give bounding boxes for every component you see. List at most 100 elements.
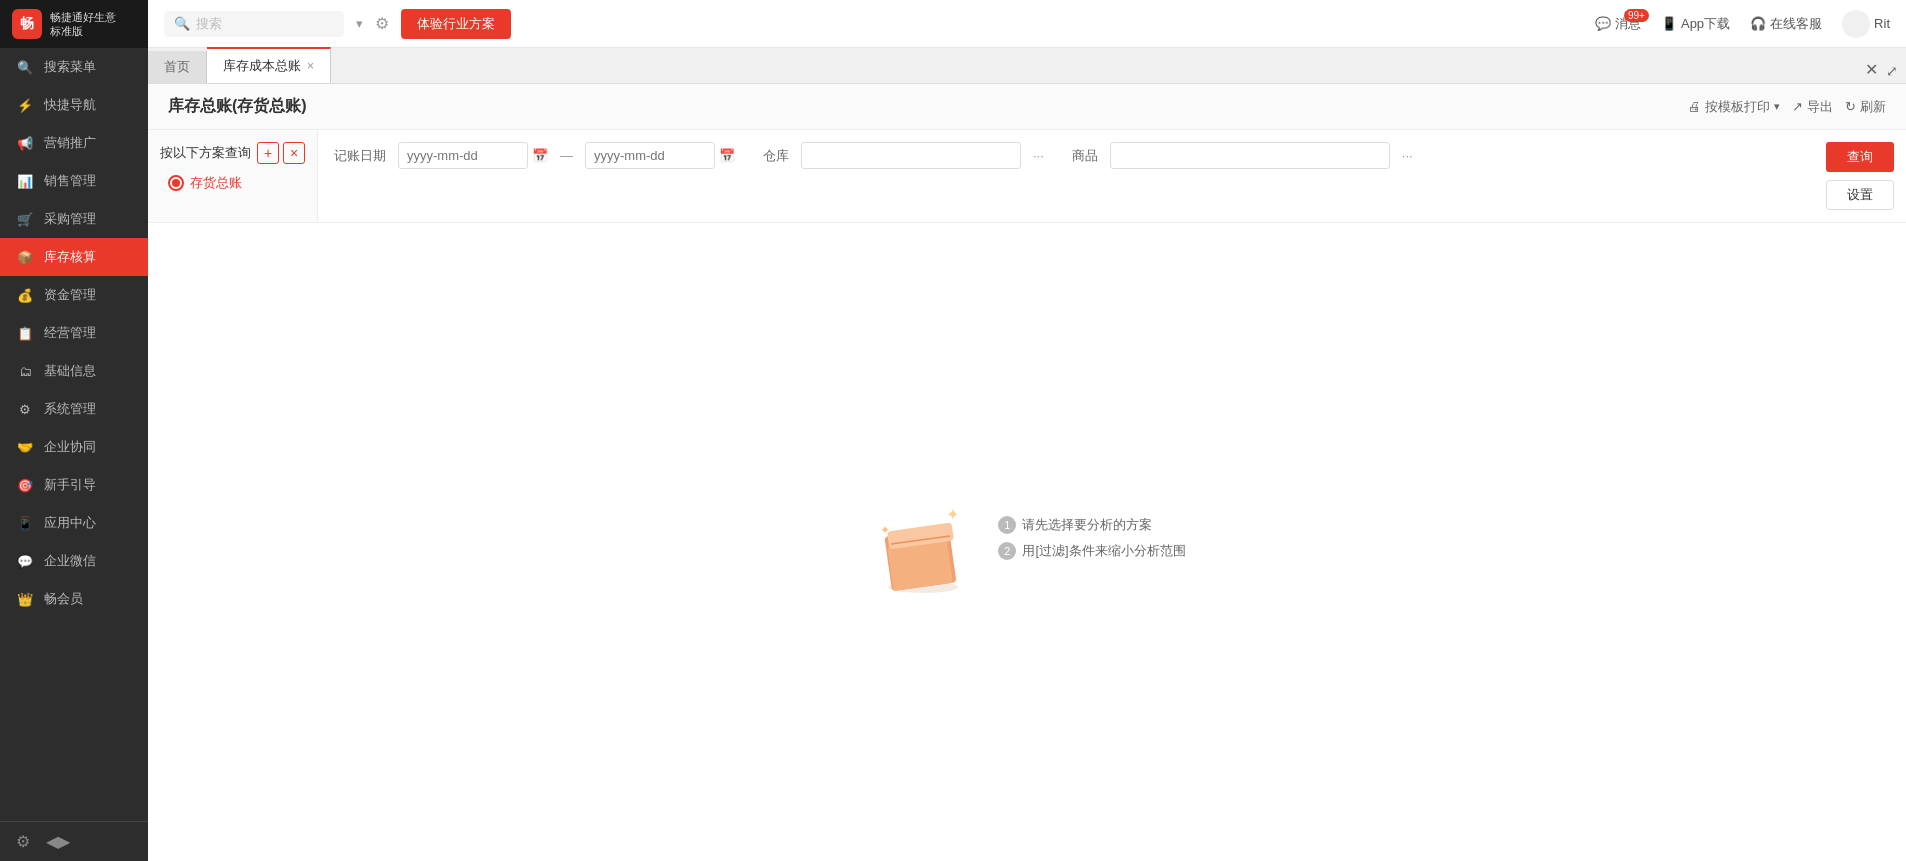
tab-close-icon[interactable]: × <box>307 59 314 73</box>
close-scheme-btn[interactable]: × <box>283 142 305 164</box>
sidebar-label-shortcut: 快捷导航 <box>44 96 96 114</box>
tab-inventory-ledger[interactable]: 库存成本总账 × <box>207 47 331 83</box>
sidebar-item-purchase[interactable]: 🛒 采购管理 <box>0 200 148 238</box>
finance-icon: 💰 <box>16 286 34 304</box>
warehouse-input[interactable] <box>801 142 1021 169</box>
app-download-item[interactable]: 📱 App下载 <box>1661 15 1730 33</box>
sidebar-item-system[interactable]: ⚙ 系统管理 <box>0 390 148 428</box>
sidebar-item-operation[interactable]: 📋 经营管理 <box>0 314 148 352</box>
sidebar-label-operation: 经营管理 <box>44 324 96 342</box>
settings-icon[interactable]: ⚙ <box>16 832 30 851</box>
step2-num: 2 <box>998 542 1016 560</box>
sidebar-item-search[interactable]: 🔍 搜索菜单 <box>0 48 148 86</box>
filter-scheme-panel: 按以下方案查询 + × 存货总账 <box>148 130 318 222</box>
purchase-icon: 🛒 <box>16 210 34 228</box>
topbar-chevron-icon[interactable]: ▾ <box>356 16 363 31</box>
empty-step2: 2 用[过滤]条件来缩小分析范围 <box>998 542 1185 560</box>
calendar-start-icon[interactable]: 📅 <box>532 148 548 163</box>
svg-text:✦: ✦ <box>880 523 890 537</box>
sidebar-item-marketing[interactable]: 📢 营销推广 <box>0 124 148 162</box>
print-dropdown-icon[interactable]: ▾ <box>1774 100 1780 113</box>
empty-state: ✦ ✦ 1 请先选择要分析的方案 2 用[过滤]条件来缩小分析范围 <box>148 223 1906 861</box>
page-title: 库存总账(存货总账) <box>168 96 307 117</box>
refresh-btn[interactable]: ↻ 刷新 <box>1845 98 1886 116</box>
basic-icon: 🗂 <box>16 362 34 380</box>
inventory-icon: 📦 <box>16 248 34 266</box>
sidebar-label-wechat: 企业微信 <box>44 552 96 570</box>
settings-button[interactable]: 设置 <box>1826 180 1894 210</box>
empty-step1: 1 请先选择要分析的方案 <box>998 516 1185 534</box>
sidebar-item-appstore[interactable]: 📱 应用中心 <box>0 504 148 542</box>
guide-icon: 🎯 <box>16 476 34 494</box>
toggle-sidebar-icon[interactable]: ◀▶ <box>46 832 70 851</box>
query-button[interactable]: 查询 <box>1826 142 1894 172</box>
sidebar-item-sales[interactable]: 📊 销售管理 <box>0 162 148 200</box>
sidebar-label-appstore: 应用中心 <box>44 514 96 532</box>
empty-text: 1 请先选择要分析的方案 2 用[过滤]条件来缩小分析范围 <box>998 516 1185 568</box>
print-icon: 🖨 <box>1688 99 1701 114</box>
resize-icon[interactable]: ⤢ <box>1886 63 1898 79</box>
sidebar-item-wechat[interactable]: 💬 企业微信 <box>0 542 148 580</box>
sidebar-label-search: 搜索菜单 <box>44 58 96 76</box>
shortcut-icon: ⚡ <box>16 96 34 114</box>
sidebar-item-member[interactable]: 👑 畅会员 <box>0 580 148 618</box>
topbar-search-box[interactable]: 🔍 搜索 <box>164 11 344 37</box>
page-content: 库存总账(存货总账) 🖨 按模板打印 ▾ ↗ 导出 ↻ 刷新 <box>148 84 1906 861</box>
date-start-input[interactable] <box>398 142 528 169</box>
system-icon: ⚙ <box>16 400 34 418</box>
sidebar-label-sales: 销售管理 <box>44 172 96 190</box>
sidebar-item-inventory[interactable]: 📦 库存核算 <box>0 238 148 276</box>
sidebar-label-cooperation: 企业协同 <box>44 438 96 456</box>
tab-home[interactable]: 首页 <box>148 51 207 83</box>
phone-icon: 📱 <box>1661 16 1677 31</box>
appstore-icon: 📱 <box>16 514 34 532</box>
export-icon: ↗ <box>1792 99 1803 114</box>
export-btn[interactable]: ↗ 导出 <box>1792 98 1833 116</box>
sidebar-label-inventory: 库存核算 <box>44 248 96 266</box>
sales-icon: 📊 <box>16 172 34 190</box>
close-panel-icon[interactable]: ✕ <box>1865 60 1878 79</box>
search-icon: 🔍 <box>16 58 34 76</box>
svg-text:✦: ✦ <box>946 506 959 523</box>
user-avatar <box>1842 10 1870 38</box>
product-label: 商品 <box>1072 147 1098 165</box>
member-icon: 👑 <box>16 590 34 608</box>
user-profile-item[interactable]: Rit <box>1842 10 1890 38</box>
app-logo: 畅 畅捷通好生意 标准版 <box>0 0 148 48</box>
page-header-actions: 🖨 按模板打印 ▾ ↗ 导出 ↻ 刷新 <box>1688 98 1886 116</box>
sidebar-label-system: 系统管理 <box>44 400 96 418</box>
topbar-right: 💬 消息 99+ 📱 App下载 🎧 在线客服 Rit <box>1595 10 1890 38</box>
product-more-btn[interactable]: ··· <box>1402 148 1413 163</box>
print-by-template-btn[interactable]: 🖨 按模板打印 ▾ <box>1688 98 1780 116</box>
date-start-wrapper: 📅 <box>398 142 548 169</box>
operation-icon: 📋 <box>16 324 34 342</box>
sidebar-item-shortcut[interactable]: ⚡ 快捷导航 <box>0 86 148 124</box>
sidebar: 畅 畅捷通好生意 标准版 🔍 搜索菜单 ⚡ 快捷导航 📢 营销推广 📊 销售管理… <box>0 0 148 861</box>
search-icon: 🔍 <box>174 16 190 31</box>
tabbar: 首页 库存成本总账 × ✕ ⤢ <box>148 48 1906 84</box>
message-badge: 99+ <box>1624 9 1649 22</box>
date-end-wrapper: 📅 <box>585 142 735 169</box>
warehouse-more-btn[interactable]: ··· <box>1033 148 1044 163</box>
sidebar-item-basic[interactable]: 🗂 基础信息 <box>0 352 148 390</box>
sidebar-item-finance[interactable]: 💰 资金管理 <box>0 276 148 314</box>
logo-icon: 畅 <box>12 9 42 39</box>
filter-actions: 查询 设置 <box>1814 130 1906 222</box>
topbar: 🔍 搜索 ▾ ⚙ 体验行业方案 💬 消息 99+ 📱 App下载 🎧 在线客服 … <box>148 0 1906 48</box>
add-scheme-btn[interactable]: + <box>257 142 279 164</box>
wechat-icon: 💬 <box>16 552 34 570</box>
calendar-end-icon[interactable]: 📅 <box>719 148 735 163</box>
online-service-item[interactable]: 🎧 在线客服 <box>1750 15 1822 33</box>
sidebar-item-guide[interactable]: 🎯 新手引导 <box>0 466 148 504</box>
demo-button[interactable]: 体验行业方案 <box>401 9 511 39</box>
scheme-item-inventory[interactable]: 存货总账 <box>160 170 305 196</box>
message-item[interactable]: 💬 消息 99+ <box>1595 15 1641 33</box>
product-input[interactable] <box>1110 142 1390 169</box>
cooperation-icon: 🤝 <box>16 438 34 456</box>
sidebar-item-cooperation[interactable]: 🤝 企业协同 <box>0 428 148 466</box>
date-end-input[interactable] <box>585 142 715 169</box>
sidebar-label-purchase: 采购管理 <box>44 210 96 228</box>
search-placeholder: 搜索 <box>196 15 222 33</box>
topbar-gear-icon[interactable]: ⚙ <box>375 14 389 33</box>
marketing-icon: 📢 <box>16 134 34 152</box>
